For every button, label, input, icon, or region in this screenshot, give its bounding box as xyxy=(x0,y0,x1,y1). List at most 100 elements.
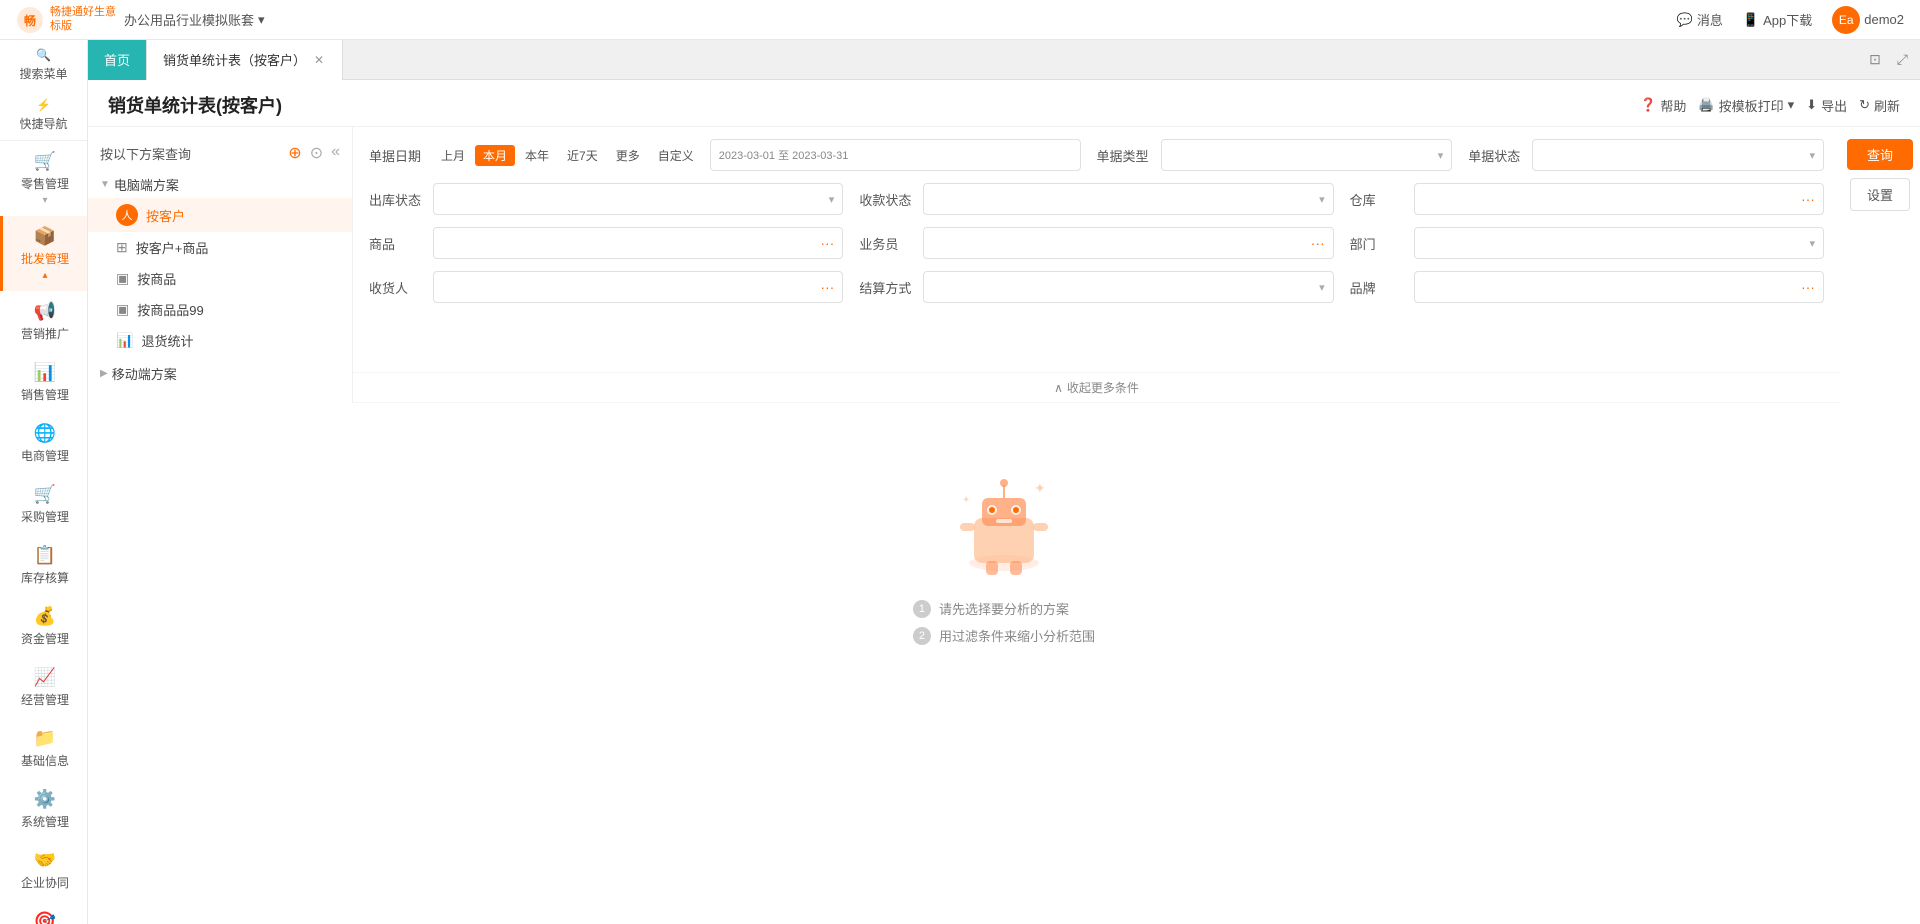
sidebar-item-retail[interactable]: 🛒 零售管理 ▾ xyxy=(0,141,87,216)
scheme-group-desktop-header[interactable]: ▼ 电脑端方案 xyxy=(88,171,352,198)
tab-bar: 首页 销货单统计表（按客户） ✕ ⊡ ⤢ xyxy=(88,40,1920,80)
app-download-btn[interactable]: 📱 App下载 xyxy=(1743,10,1812,29)
product-select[interactable]: ··· xyxy=(433,227,843,259)
collapse-bar[interactable]: ∧ 收起更多条件 xyxy=(353,372,1840,403)
collapse-scheme-icon[interactable]: « xyxy=(331,143,340,163)
collect-status-select[interactable]: ▾ xyxy=(923,183,1333,215)
sidebar-item-finance[interactable]: 💰 资金管理 xyxy=(0,596,87,657)
platform-name[interactable]: 办公用品行业模拟账套 ▾ xyxy=(124,10,265,29)
header-right: 💬 消息 📱 App下载 Ea demo2 xyxy=(1677,6,1904,34)
scheme-item-return-stats[interactable]: 📊 退货统计 xyxy=(88,325,352,356)
department-select[interactable]: ▾ xyxy=(1414,227,1824,259)
sidebar-item-marketing[interactable]: 📢 营销推广 xyxy=(0,291,87,352)
date-tab-more[interactable]: 更多 xyxy=(608,145,648,166)
filter-row-2: 出库状态 ▾ 收款状态 ▾ xyxy=(369,183,1824,215)
main-layout: 🔍 搜索菜单 ⚡ 快捷导航 🛒 零售管理 ▾ 📦 批发管理 ▴ 📢 营销推广 📊… xyxy=(0,40,1920,924)
product-ellipsis: ··· xyxy=(820,235,834,251)
scheme-icon-chart: 📊 xyxy=(116,332,133,349)
out-status-select[interactable]: ▾ xyxy=(433,183,843,215)
top-header: 畅 畅捷通好生意 标版 办公用品行业模拟账套 ▾ 💬 消息 📱 App下载 Ea… xyxy=(0,0,1920,40)
collapse-icon: ∧ xyxy=(1054,381,1063,395)
export-icon: ⬇ xyxy=(1806,97,1817,113)
message-btn[interactable]: 💬 消息 xyxy=(1677,10,1723,29)
doc-type-chevron: ▾ xyxy=(1438,149,1444,162)
message-icon: 💬 xyxy=(1677,12,1693,28)
out-status-chevron: ▾ xyxy=(829,193,835,206)
warehouse-ellipsis: ··· xyxy=(1801,191,1815,207)
scheme-item-by-customer-product[interactable]: ⊞ 按客户+商品 xyxy=(88,232,352,263)
page-title: 销货单统计表(按客户) xyxy=(108,92,282,118)
filter-form-container: 单据日期 上月 本月 本年 近7天 更多 自定义 xyxy=(353,127,1840,403)
filter-field-warehouse: 仓库 ··· xyxy=(1350,183,1824,215)
tab-close-btn[interactable]: ✕ xyxy=(312,53,326,67)
sidebar-item-ecommerce[interactable]: 🌐 电商管理 xyxy=(0,413,87,474)
page-header: 销货单统计表(按客户) ❓ 帮助 🖨️ 按模板打印 ▾ ⬇ 导出 xyxy=(88,80,1920,127)
tab-home[interactable]: 首页 xyxy=(88,40,147,80)
query-button[interactable]: 查询 xyxy=(1847,139,1913,170)
settings-scheme-icon[interactable]: ⊙ xyxy=(310,143,323,163)
scheme-icon-box: ▣ xyxy=(116,270,129,287)
tab-restore-btn[interactable]: ⊡ xyxy=(1865,47,1885,72)
retail-icon: 🛒 xyxy=(34,151,56,172)
tab-expand-btn[interactable]: ⤢ xyxy=(1893,47,1912,72)
export-btn[interactable]: ⬇ 导出 xyxy=(1806,96,1847,115)
scheme-group-mobile: ▶ 移动端方案 xyxy=(88,360,352,387)
date-tab-this-month[interactable]: 本月 xyxy=(475,145,515,166)
brand-ellipsis: ··· xyxy=(1801,279,1815,295)
enterprise-icon: 🤝 xyxy=(34,850,56,871)
settlement-select[interactable]: ▾ xyxy=(923,271,1333,303)
quick-nav-icon: ⚡ xyxy=(36,98,51,112)
add-scheme-icon[interactable]: ⊕ xyxy=(288,143,301,163)
scheme-group-mobile-header[interactable]: ▶ 移动端方案 xyxy=(88,360,352,387)
group-expand-icon: ▼ xyxy=(100,179,110,190)
sidebar-item-enterprise[interactable]: 🤝 企业协同 xyxy=(0,840,87,901)
date-tab-7days[interactable]: 近7天 xyxy=(559,145,606,166)
filter-field-out-status: 出库状态 ▾ xyxy=(369,183,843,215)
refresh-icon: ↻ xyxy=(1859,97,1870,113)
scheme-item-by-customer[interactable]: 人 按客户 xyxy=(88,198,352,232)
consignee-select[interactable]: ··· xyxy=(433,271,843,303)
date-tab-this-year[interactable]: 本年 xyxy=(517,145,557,166)
page-body: 销货单统计表(按客户) ❓ 帮助 🖨️ 按模板打印 ▾ ⬇ 导出 xyxy=(88,80,1920,924)
empty-illustration: ✦ ✦ xyxy=(944,463,1064,583)
date-range-input[interactable]: 2023-03-01 至 2023-03-31 xyxy=(710,139,1081,171)
ecommerce-icon: 🌐 xyxy=(34,423,56,444)
operations-icon: 📈 xyxy=(34,667,56,688)
scheme-item-by-product-99[interactable]: ▣ 按商品品99 xyxy=(88,294,352,325)
sidebar-item-system[interactable]: ⚙️ 系统管理 xyxy=(0,779,87,840)
scheme-group-desktop: ▼ 电脑端方案 人 按客户 ⊞ 按客户+商品 ▣ xyxy=(88,171,352,356)
settlement-chevron: ▾ xyxy=(1319,281,1325,294)
logo-icon: 畅 xyxy=(16,6,44,34)
avatar: Ea xyxy=(1832,6,1860,34)
date-tabs: 上月 本月 本年 近7天 更多 自定义 xyxy=(433,145,702,166)
settings-button[interactable]: 设置 xyxy=(1850,178,1910,211)
scheme-item-by-product[interactable]: ▣ 按商品 xyxy=(88,263,352,294)
doc-type-select[interactable]: ▾ xyxy=(1161,139,1453,171)
svg-text:畅: 畅 xyxy=(24,13,36,28)
department-chevron: ▾ xyxy=(1809,237,1815,250)
sidebar-item-wholesale[interactable]: 📦 批发管理 ▴ xyxy=(0,216,87,291)
help-btn[interactable]: ❓ 帮助 xyxy=(1640,96,1686,115)
refresh-btn[interactable]: ↻ 刷新 xyxy=(1859,96,1900,115)
sidebar-item-basic[interactable]: 📁 基础信息 xyxy=(0,718,87,779)
sidebar-item-newbie[interactable]: 🎯 新手引导 xyxy=(0,901,87,924)
user-avatar-area[interactable]: Ea demo2 xyxy=(1832,6,1904,34)
help-icon: ❓ xyxy=(1640,97,1656,113)
quick-nav-btn[interactable]: ⚡ 快捷导航 xyxy=(0,90,87,141)
search-menu-btn[interactable]: 🔍 搜索菜单 xyxy=(0,40,87,90)
empty-tips: 1 请先选择要分析的方案 2 用过滤条件来缩小分析范围 xyxy=(913,599,1095,645)
doc-status-select[interactable]: ▾ xyxy=(1532,139,1824,171)
brand-select[interactable]: ··· xyxy=(1414,271,1824,303)
tab-sales-stats[interactable]: 销货单统计表（按客户） ✕ xyxy=(147,40,343,80)
warehouse-select[interactable]: ··· xyxy=(1414,183,1824,215)
sidebar-item-operations[interactable]: 📈 经营管理 xyxy=(0,657,87,718)
salesperson-select[interactable]: ··· xyxy=(923,227,1333,259)
date-tab-custom[interactable]: 自定义 xyxy=(650,145,702,166)
template-print-btn[interactable]: 🖨️ 按模板打印 ▾ xyxy=(1698,96,1794,115)
sidebar-item-sales[interactable]: 📊 销售管理 xyxy=(0,352,87,413)
logo-area: 畅 畅捷通好生意 标版 xyxy=(16,6,116,34)
sidebar-item-inventory[interactable]: 📋 库存核算 xyxy=(0,535,87,596)
sidebar-item-purchase[interactable]: 🛒 采购管理 xyxy=(0,474,87,535)
date-tab-last-month[interactable]: 上月 xyxy=(433,145,473,166)
filter-field-doc-status: 单据状态 ▾ xyxy=(1468,139,1824,171)
